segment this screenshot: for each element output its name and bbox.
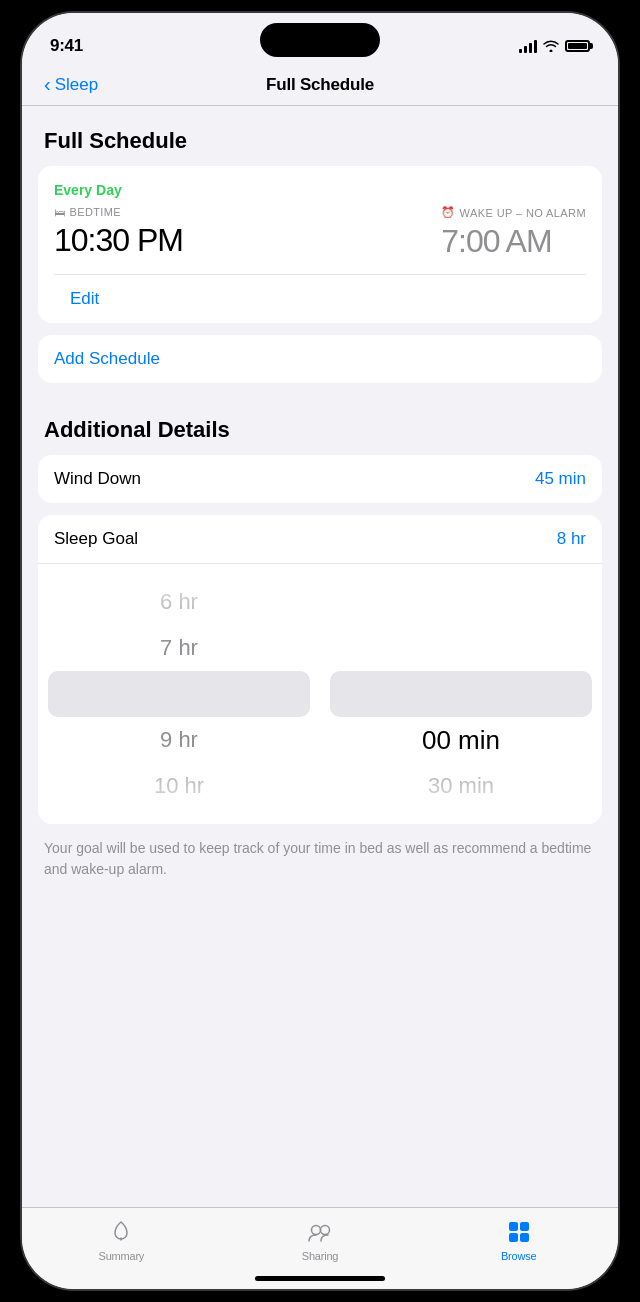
sleep-goal-picker-card: Sleep Goal 8 hr 5 hr 6 hr 7 hr 8 hr 9 hr… xyxy=(38,515,602,824)
back-button[interactable]: ‹ Sleep xyxy=(44,74,98,96)
tab-summary[interactable]: Summary xyxy=(22,1218,221,1262)
wind-down-row: Wind Down 45 min xyxy=(38,455,602,503)
wakeup-label: ⏰ WAKE UP – NO ALARM xyxy=(441,206,586,219)
full-schedule-header: Full Schedule xyxy=(22,106,618,166)
frequency-label: Every Day xyxy=(54,182,586,198)
additional-details-header: Additional Details xyxy=(22,395,618,455)
browse-icon xyxy=(505,1218,533,1246)
wind-down-card[interactable]: Wind Down 45 min xyxy=(38,455,602,503)
dynamic-island xyxy=(260,23,380,57)
tab-browse-label: Browse xyxy=(501,1250,536,1262)
bed-icon: 🛏 xyxy=(54,206,65,218)
sleep-goal-label: Sleep Goal xyxy=(54,529,138,549)
alarm-icon: ⏰ xyxy=(441,206,455,219)
svg-point-1 xyxy=(321,1226,330,1235)
picker-min-30: 30 min xyxy=(320,763,602,809)
wakeup-col: ⏰ WAKE UP – NO ALARM 7:00 AM xyxy=(441,206,586,260)
nav-title: Full Schedule xyxy=(266,75,374,95)
picker-scroll[interactable]: 5 hr 6 hr 7 hr 8 hr 9 hr 10 hr 11 hr 00 … xyxy=(38,564,602,824)
hours-column[interactable]: 5 hr 6 hr 7 hr 8 hr 9 hr 10 hr 11 hr xyxy=(38,564,320,824)
add-schedule-label: Add Schedule xyxy=(54,349,160,368)
wind-down-value: 45 min xyxy=(535,469,586,489)
picker-hour-6: 6 hr xyxy=(38,579,320,625)
battery-icon xyxy=(565,40,590,52)
wind-down-label: Wind Down xyxy=(54,469,141,489)
schedule-row: 🛏 BEDTIME 10:30 PM ⏰ WAKE UP – NO ALARM … xyxy=(54,206,586,274)
scroll-content[interactable]: Full Schedule Every Day 🛏 BEDTIME 10:30 … xyxy=(22,106,618,1192)
home-indicator xyxy=(255,1276,385,1281)
tab-bar: Summary Sharing xyxy=(22,1207,618,1289)
picker-hour-9: 9 hr xyxy=(38,717,320,763)
sleep-goal-row[interactable]: Sleep Goal 8 hr xyxy=(38,515,602,563)
signal-icon xyxy=(519,39,537,53)
svg-rect-4 xyxy=(509,1233,518,1242)
edit-button[interactable]: Edit xyxy=(54,275,586,323)
bedtime-col: 🛏 BEDTIME 10:30 PM xyxy=(54,206,183,259)
tab-browse[interactable]: Browse xyxy=(419,1218,618,1262)
info-text: Your goal will be used to keep track of … xyxy=(22,828,618,896)
nav-bar: ‹ Sleep Full Schedule xyxy=(22,67,618,106)
bedtime-label: 🛏 BEDTIME xyxy=(54,206,183,218)
phone-frame: 9:41 ‹ Sleep Full Schedule xyxy=(20,11,620,1291)
back-label: Sleep xyxy=(55,75,98,95)
svg-rect-3 xyxy=(520,1222,529,1231)
add-schedule-card[interactable]: Add Schedule xyxy=(38,335,602,383)
minutes-column[interactable]: 00 min 30 min xyxy=(320,564,602,824)
svg-rect-5 xyxy=(520,1233,529,1242)
svg-point-0 xyxy=(312,1226,321,1235)
back-chevron-icon: ‹ xyxy=(44,73,51,96)
svg-rect-2 xyxy=(509,1222,518,1231)
status-icons xyxy=(519,39,590,53)
picker-hour-5: 5 hr xyxy=(38,564,320,579)
tab-summary-label: Summary xyxy=(99,1250,145,1262)
picker-fade-top-mins xyxy=(320,564,602,644)
picker-min-00: 00 min xyxy=(320,717,602,763)
sharing-icon xyxy=(306,1218,334,1246)
wifi-icon xyxy=(543,40,559,52)
picker-hour-11: 11 hr xyxy=(38,809,320,824)
schedule-card: Every Day 🛏 BEDTIME 10:30 PM ⏰ WAKE UP –… xyxy=(38,166,602,323)
bedtime-time: 10:30 PM xyxy=(54,222,183,259)
summary-icon xyxy=(107,1218,135,1246)
status-bar: 9:41 xyxy=(22,13,618,67)
picker-hour-7: 7 hr xyxy=(38,625,320,671)
picker-hour-8: 8 hr xyxy=(38,671,320,717)
picker-selected-bg-mins xyxy=(330,671,592,717)
add-schedule-wrapper: Add Schedule xyxy=(38,335,602,383)
wakeup-time: 7:00 AM xyxy=(441,223,586,260)
status-time: 9:41 xyxy=(50,36,83,56)
picker-hour-10: 10 hr xyxy=(38,763,320,809)
tab-sharing-label: Sharing xyxy=(302,1250,339,1262)
tab-sharing[interactable]: Sharing xyxy=(221,1218,420,1262)
sleep-goal-value: 8 hr xyxy=(557,529,586,549)
